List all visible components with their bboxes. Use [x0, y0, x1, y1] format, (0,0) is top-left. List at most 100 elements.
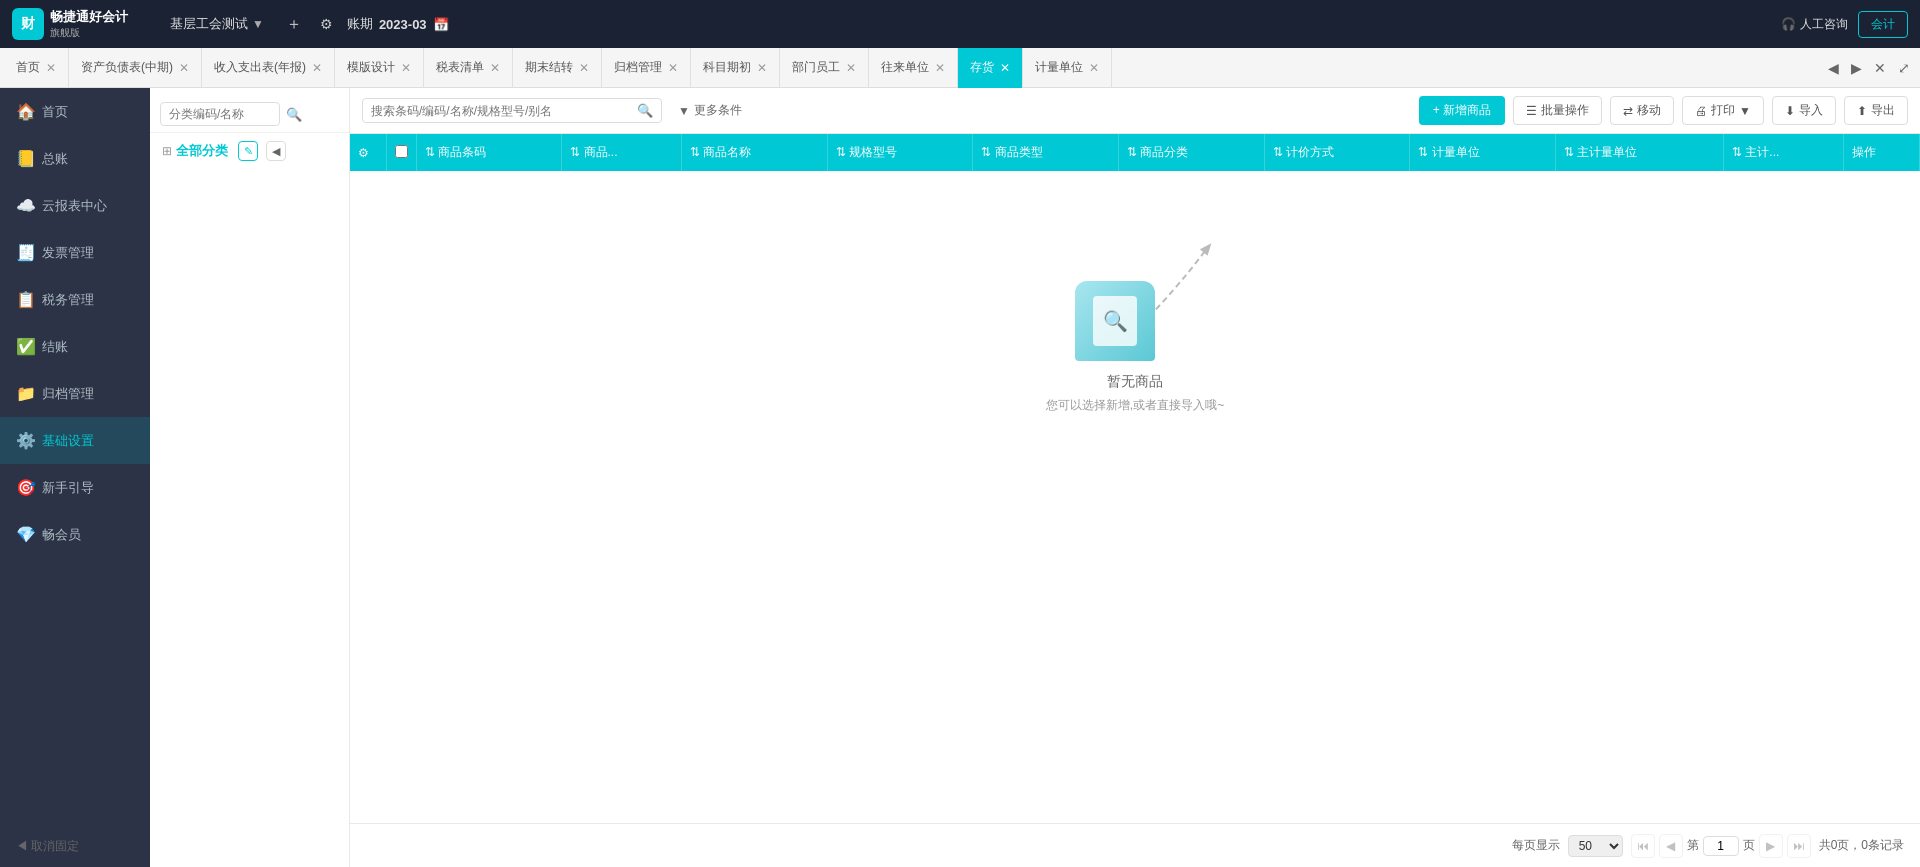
sidebar-icon-ledger: 📒 [16, 149, 34, 168]
sidebar-item-archive[interactable]: 📁归档管理 [0, 370, 150, 417]
move-icon: ⇄ [1623, 104, 1633, 118]
category-panel: 🔍 ⊞ 全部分类 ✎ ◀ [150, 88, 350, 867]
tab-close-icon[interactable]: ✕ [846, 61, 856, 75]
table-wrapper: ⚙ ⇅ 商品条码 ⇅ 商品... ⇅ 商品名称 ⇅ 规格型号 ⇅ 商品类型 ⇅ … [350, 134, 1920, 867]
tab-close-icon[interactable]: ✕ [668, 61, 678, 75]
tab-期末结转[interactable]: 期末结转✕ [513, 48, 602, 88]
tab-归档管理[interactable]: 归档管理✕ [602, 48, 691, 88]
sidebar-item-settings[interactable]: ⚙️基础设置 [0, 417, 150, 464]
sidebar-item-home[interactable]: 🏠首页 [0, 88, 150, 135]
tab-计量单位[interactable]: 计量单位✕ [1023, 48, 1112, 88]
unpin-button[interactable]: ◀ 取消固定 [0, 826, 150, 867]
tab-收入支出表(年报)[interactable]: 收入支出表(年报)✕ [202, 48, 335, 88]
per-page-select[interactable]: 50 20 100 [1568, 835, 1623, 857]
next-page-button[interactable]: ▶ [1759, 834, 1783, 858]
sidebar-item-tax[interactable]: 📋税务管理 [0, 276, 150, 323]
th-type[interactable]: ⇅ 商品类型 [973, 134, 1119, 171]
sidebar-label-guide: 新手引导 [42, 479, 94, 497]
tab-close-icon[interactable]: ✕ [401, 61, 411, 75]
empty-state: 🔍 暂无商品 您可以选择新增,或者直接导入哦~ [350, 171, 1920, 474]
batch-button[interactable]: ☰ 批量操作 [1513, 96, 1602, 125]
sidebar-item-reports[interactable]: ☁️云报表中心 [0, 182, 150, 229]
sidebar-icon-reports: ☁️ [16, 196, 34, 215]
calendar-icon[interactable]: 📅 [433, 17, 449, 32]
last-page-button[interactable]: ⏭ [1787, 834, 1811, 858]
sidebar-item-invoice[interactable]: 🧾发票管理 [0, 229, 150, 276]
th-checkbox[interactable] [386, 134, 416, 171]
page-total: 共0页，0条记录 [1819, 837, 1904, 854]
tab-close-icon[interactable]: ✕ [579, 61, 589, 75]
tab-往来单位[interactable]: 往来单位✕ [869, 48, 958, 88]
empty-text-secondary: 您可以选择新增,或者直接导入哦~ [1046, 397, 1224, 414]
sidebar-item-settle[interactable]: ✅结账 [0, 323, 150, 370]
tab-close-icon[interactable]: ✕ [935, 61, 945, 75]
th-category[interactable]: ⇅ 商品分类 [1118, 134, 1264, 171]
company-selector[interactable]: 基层工会测试 ▼ [162, 11, 272, 37]
first-page-button[interactable]: ⏮ [1631, 834, 1655, 858]
tab-首页[interactable]: 首页✕ [4, 48, 69, 88]
sidebar-label-invoice: 发票管理 [42, 244, 94, 262]
tab-close-all-button[interactable]: ✕ [1868, 60, 1892, 76]
tab-税表清单[interactable]: 税表清单✕ [424, 48, 513, 88]
search-icon[interactable]: 🔍 [637, 103, 653, 118]
tab-存货[interactable]: 存货✕ [958, 48, 1023, 88]
th-spec[interactable]: ⇅ 规格型号 [827, 134, 973, 171]
filter-icon: ▼ [678, 104, 690, 118]
batch-icon: ☰ [1526, 104, 1537, 118]
prev-page-button[interactable]: ◀ [1659, 834, 1683, 858]
tab-close-icon[interactable]: ✕ [46, 61, 56, 75]
sidebar-icon-guide: 🎯 [16, 478, 34, 497]
toolbar: 🔍 ▼ 更多条件 + 新增商品 ☰ 批量操作 ⇄ [350, 88, 1920, 134]
th-code[interactable]: ⇅ 商品... [562, 134, 682, 171]
top-bar: 财 畅捷通好会计 旗舰版 基层工会测试 ▼ ＋ ⚙ 账期 2023-03 📅 🎧… [0, 0, 1920, 48]
th-pricing[interactable]: ⇅ 计价方式 [1264, 134, 1410, 171]
table-scroll[interactable]: ⚙ ⇅ 商品条码 ⇅ 商品... ⇅ 商品名称 ⇅ 规格型号 ⇅ 商品类型 ⇅ … [350, 134, 1920, 823]
tab-close-icon[interactable]: ✕ [1000, 61, 1010, 75]
settings-icon[interactable]: ⚙ [316, 12, 337, 36]
category-edit-button[interactable]: ✎ [238, 141, 258, 161]
import-button[interactable]: ⬇ 导入 [1772, 96, 1836, 125]
tab-模版设计[interactable]: 模版设计✕ [335, 48, 424, 88]
sidebar-item-guide[interactable]: 🎯 新手引导 [0, 464, 150, 511]
tab-next-button[interactable]: ▶ [1845, 60, 1868, 76]
th-extra[interactable]: ⇅ 主计... [1724, 134, 1844, 171]
tab-close-icon[interactable]: ✕ [312, 61, 322, 75]
add-company-button[interactable]: ＋ [282, 10, 306, 39]
inner-layout: 🔍 ⊞ 全部分类 ✎ ◀ 🔍 ▼ [150, 88, 1920, 867]
search-box: 🔍 [362, 98, 662, 123]
move-button[interactable]: ⇄ 移动 [1610, 96, 1674, 125]
sidebar-item-member[interactable]: 💎畅会员 [0, 511, 150, 558]
sidebar-label-member: 畅会员 [42, 526, 81, 544]
consult-button[interactable]: 🎧 人工咨询 [1781, 16, 1848, 33]
th-settings[interactable]: ⚙ [350, 134, 386, 171]
select-all-checkbox[interactable] [395, 145, 408, 158]
print-button[interactable]: 🖨 打印 ▼ [1682, 96, 1764, 125]
tab-expand-button[interactable]: ⤢ [1892, 60, 1916, 76]
search-input[interactable] [371, 104, 631, 118]
sidebar-item-ledger[interactable]: 📒总账 [0, 135, 150, 182]
tab-科目期初[interactable]: 科目期初✕ [691, 48, 780, 88]
category-search-icon[interactable]: 🔍 [286, 107, 302, 122]
th-unit[interactable]: ⇅ 计量单位 [1410, 134, 1556, 171]
export-button[interactable]: ⬆ 导出 [1844, 96, 1908, 125]
category-all-item[interactable]: ⊞ 全部分类 ✎ ◀ [150, 133, 349, 169]
tab-close-icon[interactable]: ✕ [1089, 61, 1099, 75]
th-main-unit[interactable]: ⇅ 主计量单位 [1556, 134, 1724, 171]
tab-close-icon[interactable]: ✕ [757, 61, 767, 75]
filter-button[interactable]: ▼ 更多条件 [670, 98, 750, 123]
tab-资产负债表(中期)[interactable]: 资产负债表(中期)✕ [69, 48, 202, 88]
right-panel: 🔍 ▼ 更多条件 + 新增商品 ☰ 批量操作 ⇄ [350, 88, 1920, 867]
tab-部门员工[interactable]: 部门员工✕ [780, 48, 869, 88]
th-barcode[interactable]: ⇅ 商品条码 [416, 134, 562, 171]
category-search-input[interactable] [160, 102, 280, 126]
tab-close-icon[interactable]: ✕ [179, 61, 189, 75]
account-button[interactable]: 会计 [1858, 11, 1908, 38]
category-collapse-button[interactable]: ◀ [266, 141, 286, 161]
page-number-input[interactable] [1703, 836, 1739, 856]
tab-prev-button[interactable]: ◀ [1822, 60, 1845, 76]
tab-close-icon[interactable]: ✕ [490, 61, 500, 75]
th-action: 操作 [1843, 134, 1919, 171]
add-product-button[interactable]: + 新增商品 [1419, 96, 1505, 125]
th-name[interactable]: ⇅ 商品名称 [681, 134, 827, 171]
pagination-nav: ⏮ ◀ 第 页 ▶ ⏭ [1631, 834, 1811, 858]
